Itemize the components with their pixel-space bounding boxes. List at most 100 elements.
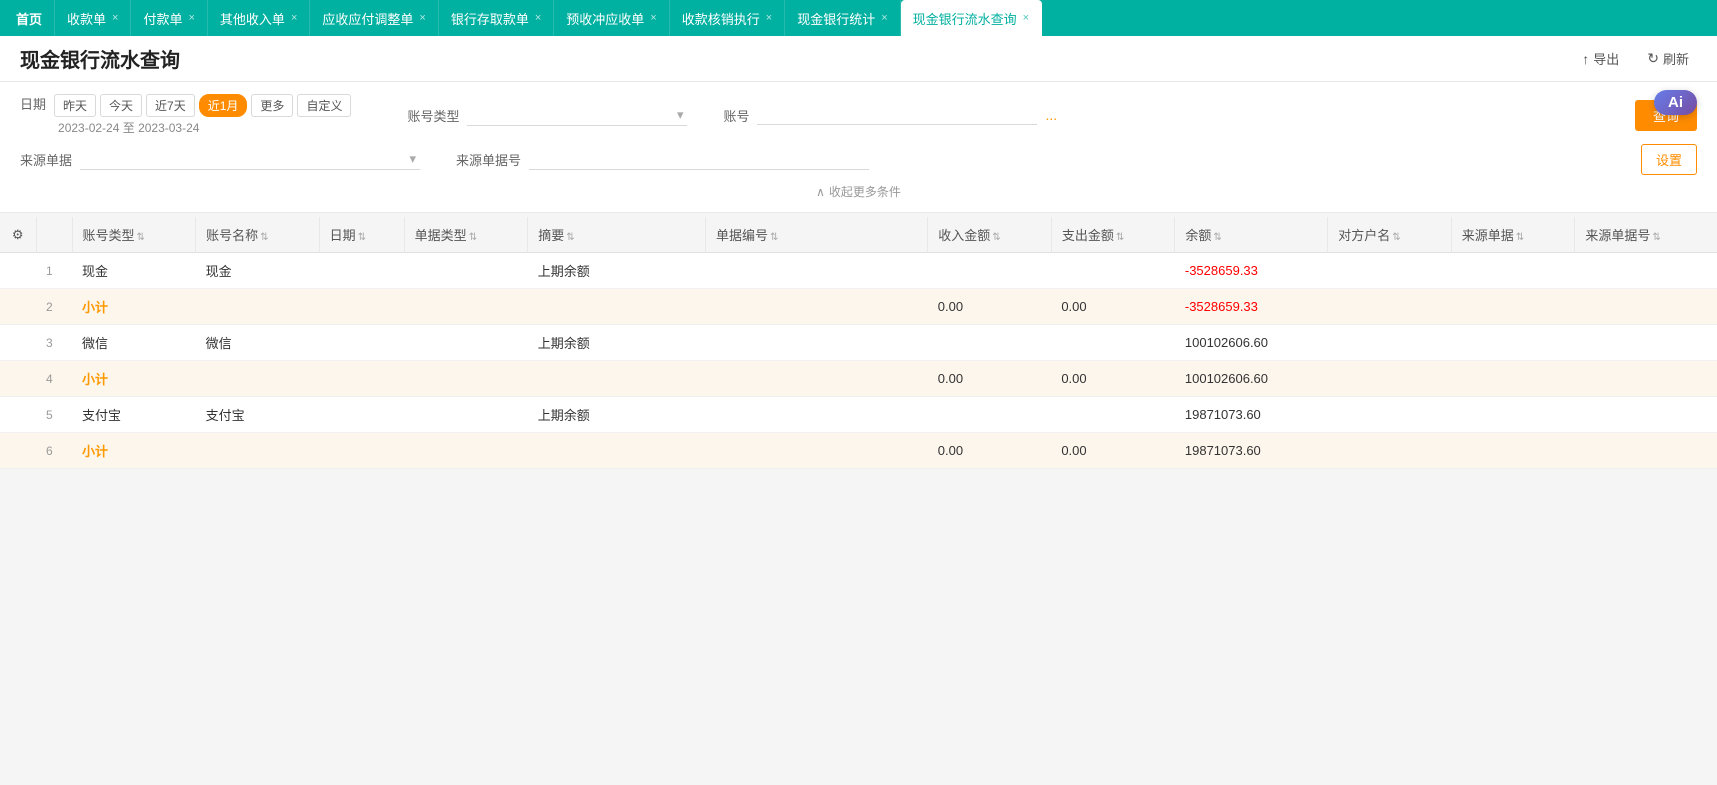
cell-account-type: 支付宝 [72, 397, 196, 433]
date-range: 2023-02-24 至 2023-03-24 [58, 119, 351, 136]
column-account-type[interactable]: 账号类型⇅ [72, 217, 196, 253]
cell-voucher-type [404, 325, 528, 361]
column-source-voucher[interactable]: 来源单据⇅ [1451, 217, 1575, 253]
cell-summary: 上期余额 [528, 325, 706, 361]
close-icon[interactable]: × [419, 12, 425, 24]
refresh-button[interactable]: ↻ 刷新 [1639, 45, 1697, 72]
collapse-button[interactable]: ∧ 收起更多条件 [816, 183, 901, 200]
column-source-no[interactable]: 来源单据号⇅ [1575, 217, 1717, 253]
column-summary[interactable]: 摘要⇅ [528, 217, 706, 253]
date-option-近7天[interactable]: 近7天 [146, 94, 195, 117]
table-row: 4小计0.000.00100102606.60 [0, 361, 1717, 397]
cell-summary: 上期余额 [528, 397, 706, 433]
cell-summary [528, 289, 706, 325]
date-option-昨天[interactable]: 昨天 [54, 94, 96, 117]
close-icon[interactable]: × [881, 12, 887, 24]
close-icon[interactable]: × [535, 12, 541, 24]
table-row: 3微信微信上期余额100102606.60 [0, 325, 1717, 361]
settings-button[interactable]: 设置 [1641, 144, 1697, 175]
column-settings[interactable]: ⚙ [0, 217, 36, 253]
cell-date [319, 325, 404, 361]
table-body: 1现金现金上期余额-3528659.332小计0.000.00-3528659.… [0, 253, 1717, 469]
cell-source-voucher [1451, 289, 1575, 325]
column-date[interactable]: 日期⇅ [319, 217, 404, 253]
cell-source-voucher [1451, 433, 1575, 469]
column-account-name[interactable]: 账号名称⇅ [196, 217, 320, 253]
date-option-今天[interactable]: 今天 [100, 94, 142, 117]
cell-income [928, 397, 1052, 433]
nav-item-home[interactable]: 首页 [4, 0, 55, 36]
table-row: 6小计0.000.0019871073.60 [0, 433, 1717, 469]
account-no-filter: 账号 ... [723, 105, 1057, 125]
cell-source-no [1575, 397, 1717, 433]
cell-account-type: 微信 [72, 325, 196, 361]
table-row: 2小计0.000.00-3528659.33 [0, 289, 1717, 325]
cell-voucher-no [706, 253, 928, 289]
nav-item-ar-ap-adjust[interactable]: 应收应付调整单× [310, 0, 438, 36]
account-type-filter: 账号类型 ▾ [407, 105, 687, 126]
column-counterpart[interactable]: 对方户名⇅ [1328, 217, 1452, 253]
date-option-更多[interactable]: 更多 [251, 94, 293, 117]
source-voucher-label: 来源单据 [20, 150, 72, 169]
cell-voucher-type [404, 397, 528, 433]
cell-account-type: 小计 [72, 433, 196, 469]
cell-balance: -3528659.33 [1175, 253, 1328, 289]
cell-counterpart [1328, 361, 1452, 397]
nav-item-writeoff[interactable]: 收款核销执行× [670, 0, 785, 36]
account-type-select[interactable]: ▾ [467, 105, 687, 126]
close-icon[interactable]: × [650, 12, 656, 24]
source-voucher-select[interactable]: ▾ [80, 149, 420, 170]
cell-balance: 100102606.60 [1175, 361, 1328, 397]
close-icon[interactable]: × [291, 12, 297, 24]
cell-settings [0, 433, 36, 469]
date-option-自定义[interactable]: 自定义 [297, 94, 351, 117]
account-no-input[interactable] [757, 105, 1037, 125]
cell-voucher-no [706, 289, 928, 325]
cell-settings [0, 325, 36, 361]
close-icon[interactable]: × [112, 12, 118, 24]
collapse-icon: ∧ [816, 185, 825, 199]
date-options: 昨天今天近7天近1月更多自定义 [54, 94, 351, 117]
source-no-input[interactable] [529, 150, 869, 170]
date-label: 日期 [20, 94, 46, 113]
nav-item-advance-receipt[interactable]: 预收冲应收单× [554, 0, 669, 36]
chevron-down-icon: ▾ [677, 107, 684, 123]
account-no-area: ... [757, 105, 1057, 125]
cell-voucher-type [404, 361, 528, 397]
table-header: ⚙ 账号类型⇅ 账号名称⇅ 日期⇅ 单据类型⇅ 摘要⇅ 单据编号⇅ 收入金额⇅ … [0, 217, 1717, 253]
nav-item-bank-deposit[interactable]: 银行存取款单× [439, 0, 554, 36]
close-icon[interactable]: × [766, 12, 772, 24]
column-expense[interactable]: 支出金额⇅ [1051, 217, 1175, 253]
column-voucher-no[interactable]: 单据编号⇅ [706, 217, 928, 253]
cell-expense: 0.00 [1051, 361, 1175, 397]
table-area: ⚙ 账号类型⇅ 账号名称⇅ 日期⇅ 单据类型⇅ 摘要⇅ 单据编号⇅ 收入金额⇅ … [0, 217, 1717, 469]
cell-source-no [1575, 433, 1717, 469]
column-voucher-type[interactable]: 单据类型⇅ [404, 217, 528, 253]
column-income[interactable]: 收入金额⇅ [928, 217, 1052, 253]
close-icon[interactable]: × [1023, 12, 1029, 24]
cell-num: 3 [36, 325, 72, 361]
cell-account-name: 现金 [196, 253, 320, 289]
refresh-icon: ↻ [1647, 50, 1659, 67]
cell-expense [1051, 397, 1175, 433]
cell-account-name [196, 361, 320, 397]
column-balance[interactable]: 余额⇅ [1175, 217, 1328, 253]
cell-date [319, 361, 404, 397]
ai-badge[interactable]: Ai [1654, 90, 1697, 115]
cell-account-name [196, 433, 320, 469]
cell-num: 4 [36, 361, 72, 397]
table-row: 1现金现金上期余额-3528659.33 [0, 253, 1717, 289]
nav-item-other-income[interactable]: 其他收入单× [208, 0, 310, 36]
cell-expense: 0.00 [1051, 289, 1175, 325]
cell-expense [1051, 253, 1175, 289]
close-icon[interactable]: × [188, 12, 194, 24]
nav-item-receipt[interactable]: 收款单× [55, 0, 131, 36]
cell-source-voucher [1451, 325, 1575, 361]
nav-item-cash-bank-flow[interactable]: 现金银行流水查询× [901, 0, 1042, 36]
account-ellipsis-button[interactable]: ... [1045, 107, 1057, 123]
nav-item-payment[interactable]: 付款单× [131, 0, 207, 36]
export-icon: ↑ [1582, 51, 1589, 67]
nav-item-cash-bank-stat[interactable]: 现金银行统计× [785, 0, 900, 36]
export-button[interactable]: ↑ 导出 [1574, 45, 1627, 72]
date-option-近1月[interactable]: 近1月 [199, 94, 248, 117]
